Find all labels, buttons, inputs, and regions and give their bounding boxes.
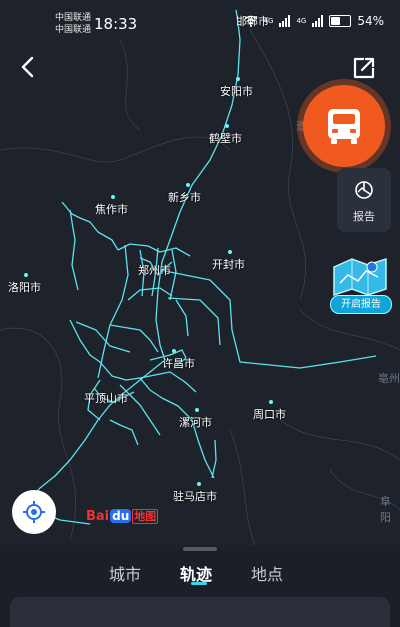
map-report-icon xyxy=(333,257,387,297)
edge-label-fuyang: 阜阳 xyxy=(380,495,391,524)
city-label-luohe: 漯河市 xyxy=(179,408,212,430)
city-label-hebi: 鹤壁市 xyxy=(209,124,242,146)
carrier-line-1: 中国联通 xyxy=(55,13,92,23)
logo-text-du: du xyxy=(110,509,132,523)
battery-icon xyxy=(329,15,352,27)
signal-icon xyxy=(279,15,291,27)
city-label-pingdingshan: 平顶山市 xyxy=(84,392,128,405)
status-icons: 4G 4G 54% xyxy=(244,14,384,28)
city-label-zhengzhou: 郑州市 xyxy=(138,264,171,277)
city-label-kaifeng: 开封市 xyxy=(212,250,245,272)
report-chart-icon xyxy=(355,181,373,199)
city-dot xyxy=(195,408,199,412)
city-label-xuchang: 许昌市 xyxy=(162,349,195,371)
city-label-xinxiang: 新乡市 xyxy=(168,183,201,205)
share-button[interactable] xyxy=(350,54,378,82)
city-dot xyxy=(225,124,229,128)
city-dot xyxy=(111,195,115,199)
city-label-luoyang: 洛阳市 xyxy=(8,273,41,295)
tab-bar: 城市 轨迹 地点 xyxy=(0,561,400,591)
tab-city[interactable]: 城市 xyxy=(109,561,141,585)
city-dot xyxy=(186,183,190,187)
signal-icon xyxy=(312,15,324,27)
city-label-jiaozuo: 焦作市 xyxy=(95,195,128,217)
clock: 18:33 xyxy=(94,15,138,33)
share-icon xyxy=(353,57,375,79)
open-report-button[interactable]: 开启报告 xyxy=(326,253,394,315)
city-label-zhumadian: 驻马店市 xyxy=(173,482,217,504)
city-dot xyxy=(197,482,201,486)
city-label-anyang: 安阳市 xyxy=(220,77,253,99)
city-dot xyxy=(24,273,28,277)
bottom-sheet: 城市 轨迹 地点 xyxy=(0,545,400,627)
content-panel xyxy=(10,597,390,627)
sheet-drag-handle[interactable] xyxy=(183,547,217,551)
status-bar: 中国联通 中国联通 18:33 4G 4G 54% xyxy=(0,0,400,46)
wifi-icon xyxy=(244,15,257,27)
report-label: 报告 xyxy=(353,210,375,223)
locate-button[interactable] xyxy=(12,490,56,534)
city-dot xyxy=(236,77,240,81)
tab-active-indicator xyxy=(191,582,207,585)
track-lines xyxy=(29,9,377,525)
edge-label-bozhou: 亳州 xyxy=(378,372,400,385)
battery-percent: 54% xyxy=(357,14,384,28)
logo-text-map: 地图 xyxy=(132,509,159,524)
network-type-1: 4G xyxy=(263,17,274,25)
truck-icon xyxy=(328,109,360,144)
network-type-2: 4G xyxy=(296,17,307,25)
open-report-label: 开启报告 xyxy=(330,295,392,314)
chevron-left-icon xyxy=(21,56,34,78)
truck-button[interactable] xyxy=(303,85,385,167)
carrier-line-2: 中国联通 xyxy=(55,25,92,35)
city-dot xyxy=(269,400,273,404)
city-dot xyxy=(172,349,176,353)
city-label-zhoukou: 周口市 xyxy=(253,400,286,422)
logo-text-bai: Bai xyxy=(86,509,110,524)
report-button[interactable]: 报告 xyxy=(337,168,391,232)
baidu-map-logo: Bai du 地图 xyxy=(86,508,159,524)
city-dot xyxy=(228,250,232,254)
carrier-info: 中国联通 中国联通 xyxy=(55,12,91,36)
tab-place[interactable]: 地点 xyxy=(251,561,283,585)
back-button[interactable] xyxy=(14,52,42,82)
locate-crosshair-icon xyxy=(23,501,45,523)
